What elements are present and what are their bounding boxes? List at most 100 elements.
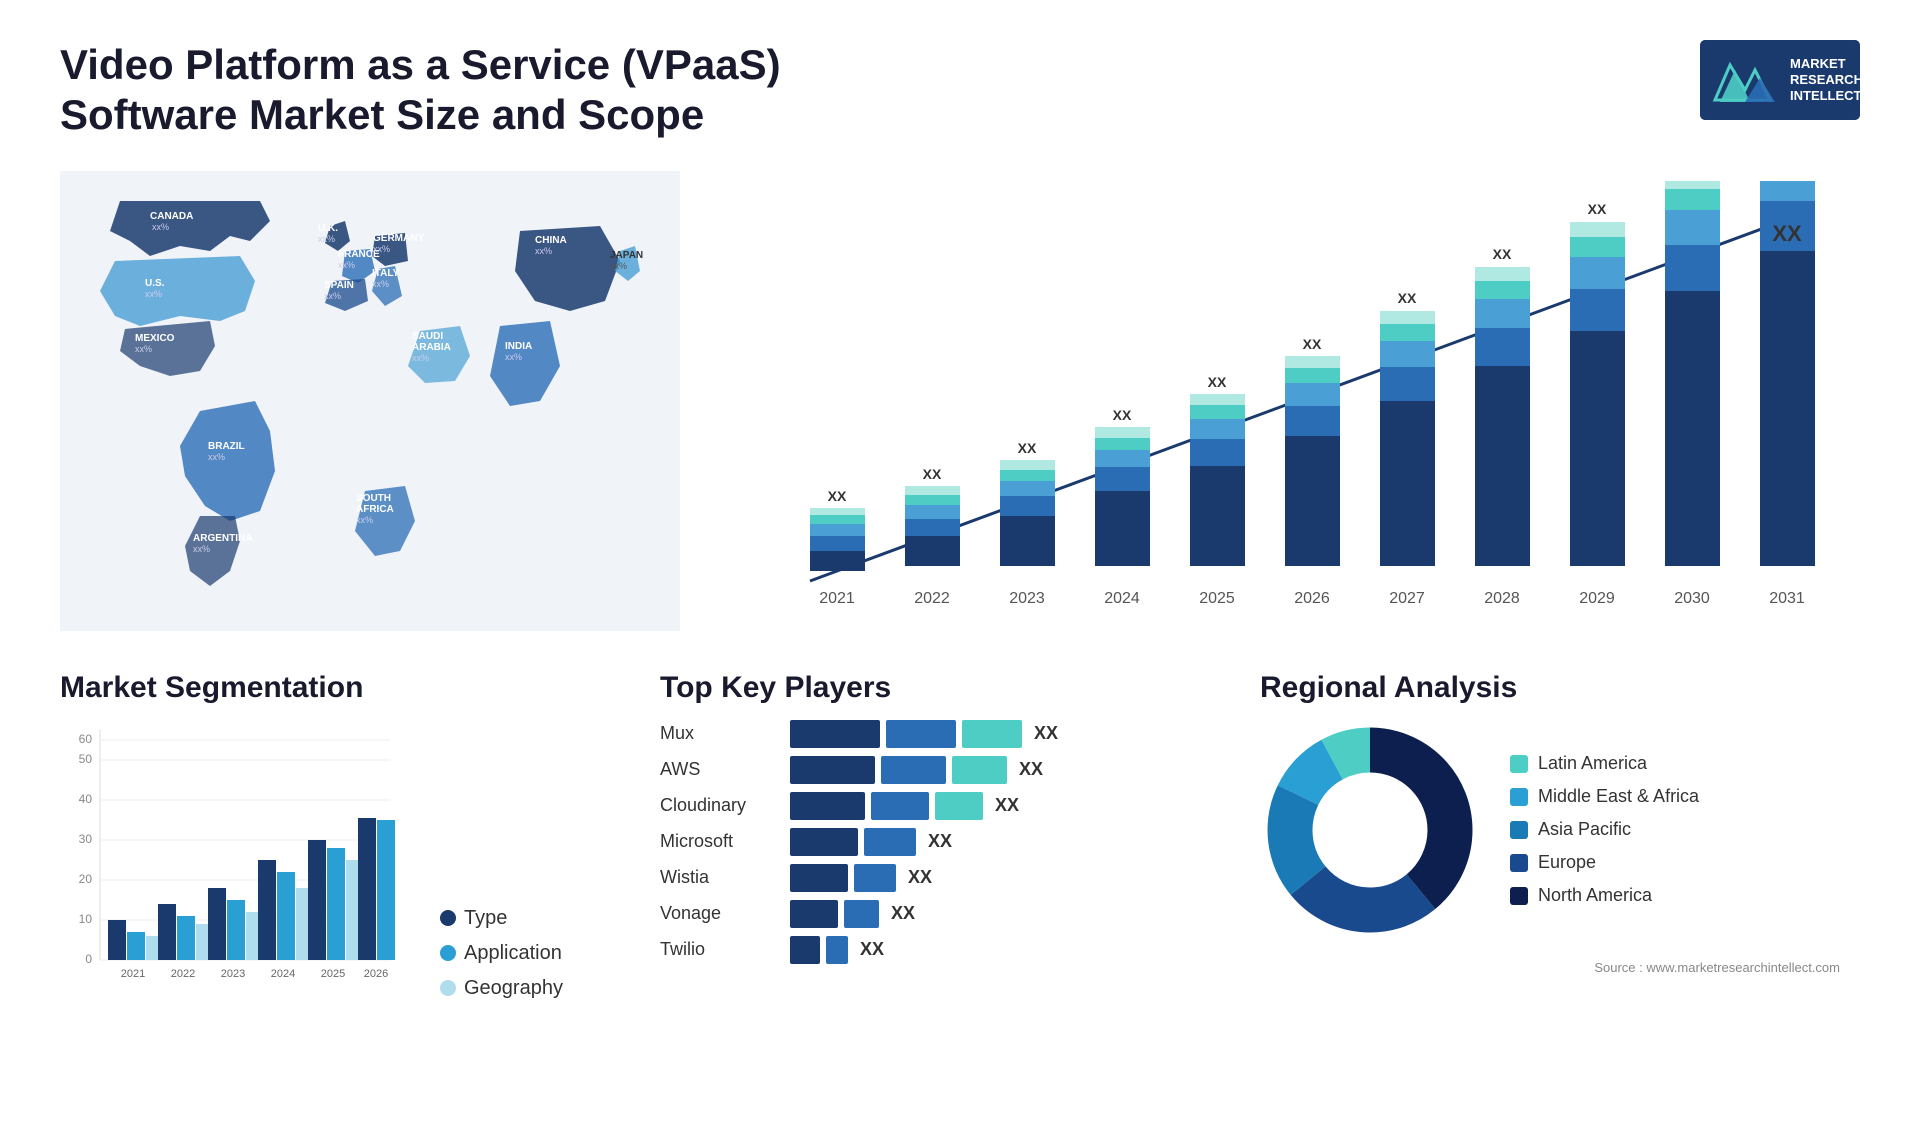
- svg-text:RESEARCH: RESEARCH: [1790, 72, 1860, 87]
- svg-text:SPAIN: SPAIN: [324, 280, 354, 291]
- geography-dot: [440, 980, 456, 996]
- svg-text:JAPAN: JAPAN: [610, 250, 643, 261]
- latin-america-label: Latin America: [1538, 753, 1647, 774]
- legend-europe: Europe: [1510, 852, 1699, 873]
- legend-application: Application: [440, 942, 563, 965]
- players-list: Mux XX AWS XX: [660, 720, 1200, 964]
- svg-text:XX: XX: [1113, 407, 1132, 423]
- svg-text:xx%: xx%: [338, 260, 355, 270]
- logo-svg: MARKET RESEARCH INTELLECT: [1700, 40, 1860, 120]
- svg-text:BRAZIL: BRAZIL: [208, 441, 245, 452]
- geography-label: Geography: [464, 977, 563, 1000]
- player-row: Microsoft XX: [660, 828, 1200, 856]
- legend-mea: Middle East & Africa: [1510, 786, 1699, 807]
- svg-text:2023: 2023: [221, 968, 245, 980]
- svg-text:xx%: xx%: [135, 344, 152, 354]
- svg-text:xx%: xx%: [208, 452, 225, 462]
- svg-text:2024: 2024: [1104, 590, 1140, 607]
- svg-text:xx%: xx%: [324, 291, 341, 301]
- svg-text:xx%: xx%: [145, 289, 162, 299]
- player-row: Vonage XX: [660, 900, 1200, 928]
- player-row: Mux XX: [660, 720, 1200, 748]
- svg-text:ARABIA: ARABIA: [412, 342, 451, 353]
- legend-latin-america: Latin America: [1510, 753, 1699, 774]
- segmentation-title: Market Segmentation: [60, 671, 620, 705]
- europe-label: Europe: [1538, 852, 1596, 873]
- player-name: Microsoft: [660, 831, 780, 852]
- svg-text:2024: 2024: [271, 968, 295, 980]
- svg-text:XX: XX: [1208, 374, 1227, 390]
- svg-text:xx%: xx%: [356, 515, 373, 525]
- world-map-svg: CANADA xx% U.S. xx% MEXICO xx% BRAZIL xx…: [60, 171, 680, 631]
- svg-text:2022: 2022: [914, 590, 950, 607]
- legend-type: Type: [440, 907, 563, 930]
- svg-text:CHINA: CHINA: [535, 235, 567, 246]
- player-name: Twilio: [660, 939, 780, 960]
- svg-text:2028: 2028: [1484, 590, 1520, 607]
- svg-text:CANADA: CANADA: [150, 211, 193, 222]
- svg-text:50: 50: [79, 752, 93, 766]
- svg-text:2021: 2021: [121, 968, 145, 980]
- segmentation-svg: 0 10 20 30 40 50 60: [60, 720, 410, 1000]
- north-america-color: [1510, 887, 1528, 905]
- segmentation-legend: Type Application Geography: [440, 887, 563, 1000]
- svg-text:xx%: xx%: [505, 352, 522, 362]
- svg-text:2025: 2025: [321, 968, 345, 980]
- svg-text:INTELLECT: INTELLECT: [1790, 88, 1860, 103]
- logo-area: MARKET RESEARCH INTELLECT: [1700, 40, 1860, 120]
- svg-text:XX: XX: [1588, 201, 1607, 217]
- svg-text:xx%: xx%: [535, 246, 552, 256]
- application-label: Application: [464, 942, 562, 965]
- svg-text:U.K.: U.K.: [318, 223, 338, 234]
- player-bar: XX: [790, 900, 1200, 928]
- player-bar: XX: [790, 756, 1200, 784]
- type-dot: [440, 910, 456, 926]
- svg-text:2021: 2021: [819, 590, 855, 607]
- svg-text:INDIA: INDIA: [505, 341, 532, 352]
- svg-text:40: 40: [79, 792, 93, 806]
- player-value: XX: [891, 903, 915, 924]
- player-bar: XX: [790, 864, 1200, 892]
- segmentation-section: Market Segmentation 0 10 20 30: [60, 661, 620, 1010]
- svg-text:2027: 2027: [1389, 590, 1425, 607]
- svg-text:ARGENTINA: ARGENTINA: [193, 533, 252, 544]
- svg-text:2022: 2022: [171, 968, 195, 980]
- svg-text:XX: XX: [1398, 290, 1417, 306]
- svg-text:xx%: xx%: [373, 244, 390, 254]
- player-value: XX: [928, 831, 952, 852]
- svg-text:2023: 2023: [1009, 590, 1045, 607]
- player-bar: XX: [790, 936, 1200, 964]
- svg-text:2029: 2029: [1579, 590, 1615, 607]
- svg-text:XX: XX: [1303, 336, 1322, 352]
- page-title: Video Platform as a Service (VPaaS) Soft…: [60, 40, 840, 141]
- legend-north-america: North America: [1510, 885, 1699, 906]
- mea-color: [1510, 788, 1528, 806]
- svg-text:SAUDI: SAUDI: [412, 331, 443, 342]
- svg-text:AFRICA: AFRICA: [356, 504, 394, 515]
- svg-text:XX: XX: [828, 488, 847, 504]
- players-section: Top Key Players Mux XX AWS: [640, 661, 1220, 1010]
- header: Video Platform as a Service (VPaaS) Soft…: [60, 40, 1860, 141]
- legend-asia-pacific: Asia Pacific: [1510, 819, 1699, 840]
- type-label: Type: [464, 907, 507, 930]
- svg-text:XX: XX: [923, 466, 942, 482]
- player-row: Twilio XX: [660, 936, 1200, 964]
- source-text: Source : www.marketresearchintellect.com: [1260, 960, 1840, 975]
- player-value: XX: [1019, 759, 1043, 780]
- svg-text:60: 60: [79, 732, 93, 746]
- mea-label: Middle East & Africa: [1538, 786, 1699, 807]
- player-name: Vonage: [660, 903, 780, 924]
- svg-text:MEXICO: MEXICO: [135, 333, 175, 344]
- players-title: Top Key Players: [660, 671, 1200, 705]
- svg-text:2026: 2026: [1294, 590, 1330, 607]
- svg-text:XX: XX: [1493, 246, 1512, 262]
- svg-text:10: 10: [79, 912, 93, 926]
- player-row: AWS XX: [660, 756, 1200, 784]
- svg-text:30: 30: [79, 832, 93, 846]
- svg-text:xx%: xx%: [152, 222, 169, 232]
- svg-text:2025: 2025: [1199, 590, 1235, 607]
- svg-text:GERMANY: GERMANY: [373, 233, 424, 244]
- player-name: Cloudinary: [660, 795, 780, 816]
- player-row: Cloudinary XX: [660, 792, 1200, 820]
- player-row: Wistia XX: [660, 864, 1200, 892]
